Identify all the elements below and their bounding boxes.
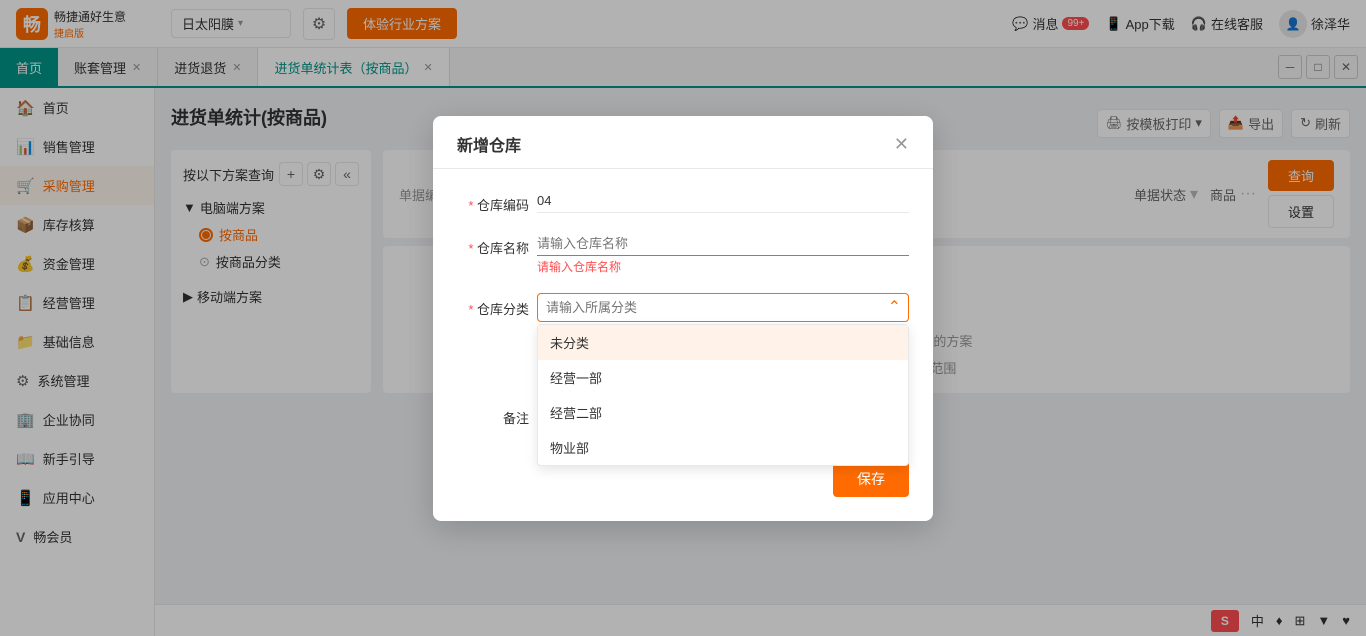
modal-header: 新增仓库 ✕ [433, 116, 933, 169]
name-label: 仓库名称 [457, 232, 537, 257]
category-input[interactable] [537, 293, 909, 322]
new-warehouse-modal: 新增仓库 ✕ 仓库编码 仓库名称 请输入仓库名称 [433, 116, 933, 521]
code-input[interactable] [537, 189, 909, 213]
name-input[interactable] [537, 232, 909, 256]
modal-body: 仓库编码 仓库名称 请输入仓库名称 仓库分类 [433, 169, 933, 427]
form-row-code: 仓库编码 [457, 189, 909, 214]
option-property[interactable]: 物业部 [538, 430, 908, 465]
modal-close-button[interactable]: ✕ [894, 135, 909, 153]
option-dept1[interactable]: 经营一部 [538, 360, 908, 395]
option-dept2[interactable]: 经营二部 [538, 395, 908, 430]
option-unclassified[interactable]: 未分类 [538, 325, 908, 360]
save-button[interactable]: 保存 [833, 461, 909, 497]
modal-overlay: 新增仓库 ✕ 仓库编码 仓库名称 请输入仓库名称 [0, 0, 1366, 636]
form-row-name: 仓库名称 请输入仓库名称 [457, 232, 909, 275]
category-dropdown-wrap: ⌃ 未分类 经营一部 经营二部 物业部 [537, 293, 909, 322]
code-label: 仓库编码 [457, 189, 537, 214]
name-error-msg: 请输入仓库名称 [537, 258, 909, 275]
modal-title: 新增仓库 [457, 132, 521, 156]
category-dropdown-list: 未分类 经营一部 经营二部 物业部 [537, 324, 909, 466]
note-label: 备注 [457, 402, 537, 427]
category-label: 仓库分类 [457, 293, 537, 318]
form-row-category: 仓库分类 ⌃ 未分类 经营一部 经营二部 物业部 [457, 293, 909, 322]
